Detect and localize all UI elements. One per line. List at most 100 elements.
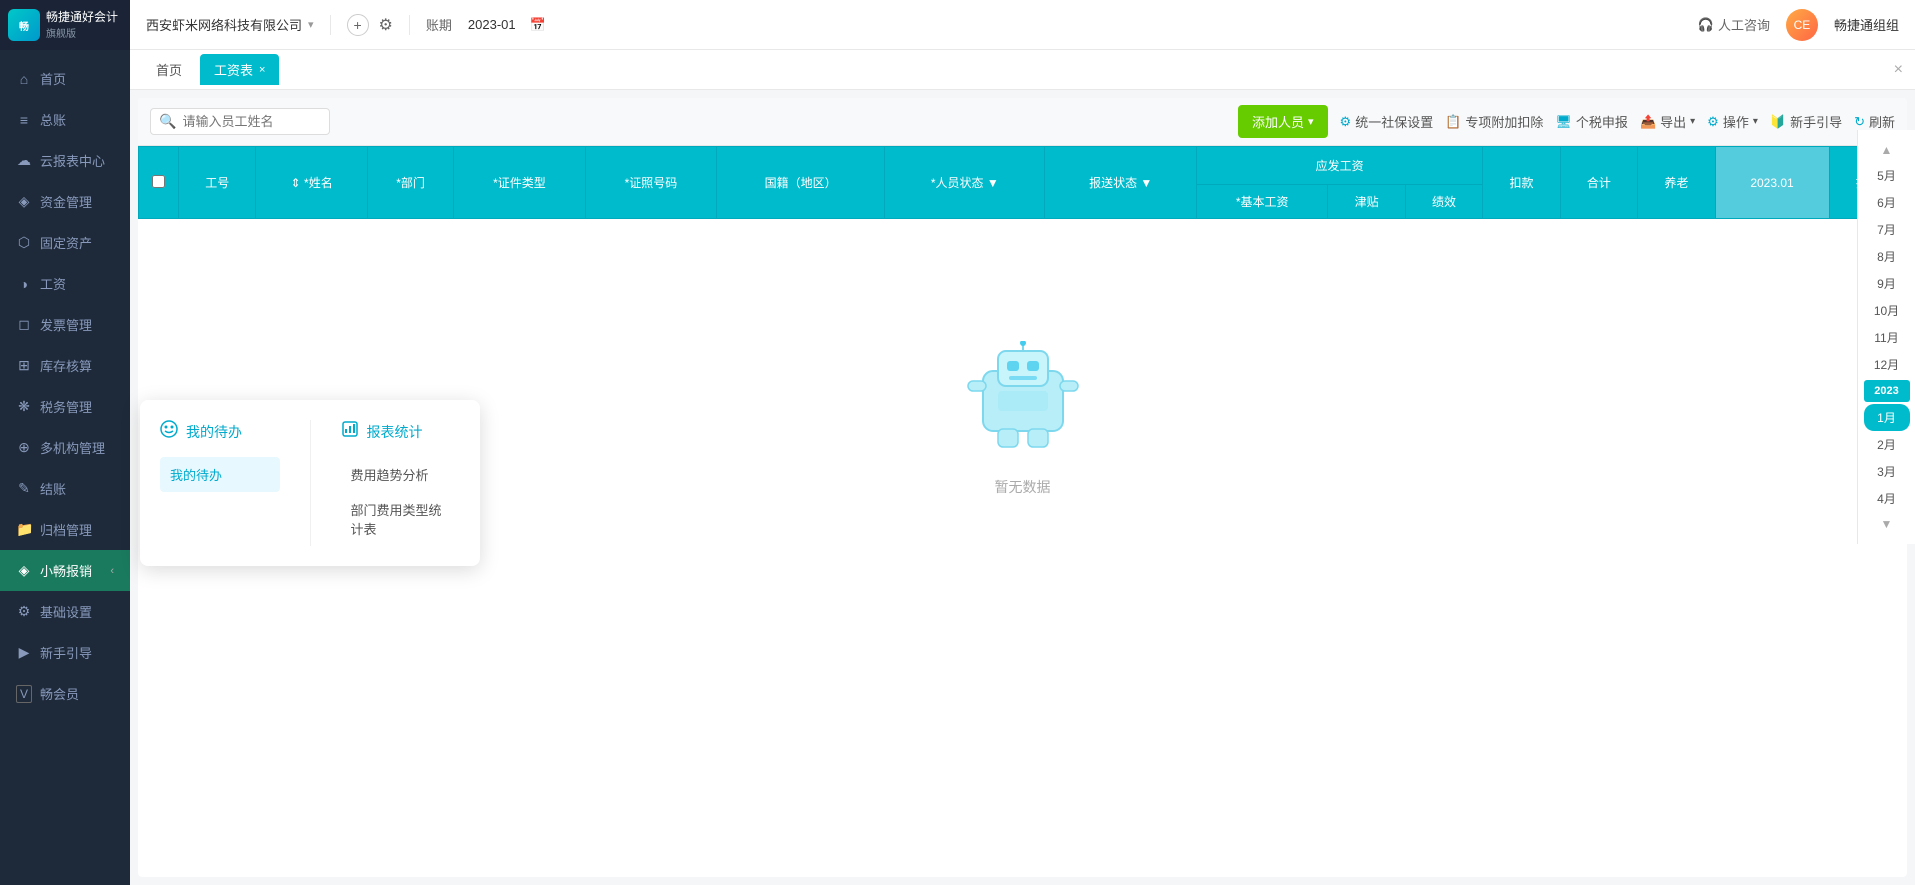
col-basic-wage: *基本工资 [1196,185,1328,219]
export-arrow-icon: ▾ [1690,116,1695,127]
popup-divider [310,420,311,546]
popup-col-pending: 我的待办 我的待办 [160,420,280,546]
cal-month-2022-8[interactable]: 8月 [1864,243,1910,270]
cal-month-2022-7[interactable]: 7月 [1864,216,1910,243]
username[interactable]: 畅捷通组组 [1834,15,1899,34]
sidebar-item-inventory[interactable]: ⊞ 库存核算 [0,345,130,386]
ledger-icon: ≡ [16,112,32,128]
service-label: 人工咨询 [1718,15,1770,34]
cal-month-2022-6[interactable]: 6月 [1864,189,1910,216]
col-id-num: *证照号码 [585,147,717,219]
tax-icon: ❋ [16,398,32,415]
cal-month-2022-5[interactable]: 5月 [1864,162,1910,189]
export-action[interactable]: 📤 导出 ▾ [1640,112,1695,131]
operate-arrow-icon: ▾ [1753,116,1758,127]
tab-home[interactable]: 首页 [142,54,196,85]
sidebar-item-member[interactable]: V 畅会员 [0,673,130,714]
tax-report-action[interactable]: 🖥 个税申报 [1555,112,1628,131]
sidebar-item-invoice[interactable]: ◻ 发票管理 [0,304,130,345]
sidebar-item-assets[interactable]: ⬡ 固定资产 [0,222,130,263]
col-allowance: 津贴 [1328,185,1405,219]
settings-icon[interactable]: ⚙ [379,15,393,35]
invoice-icon: ◻ [16,316,32,333]
cal-month-2022-12[interactable]: 12月 [1864,351,1910,378]
col-period: 2023.01 [1715,147,1829,219]
filter2-icon[interactable]: ▼ [1140,176,1152,190]
logo-text: 畅捷通好会计 [46,10,118,26]
sidebar-item-guide[interactable]: ▶ 新手引导 [0,632,130,673]
popup-col2-title: 报表统计 [341,420,461,443]
popup-item-cost-trend[interactable]: 费用趋势分析 [341,457,461,492]
cal-year-2023: 2023 [1864,380,1910,402]
sidebar-item-reports[interactable]: ☁ 云报表中心 [0,140,130,181]
empty-robot-illustration [963,341,1083,461]
popup-item-dept-cost[interactable]: 部门费用类型统计表 [341,492,461,546]
sidebar-item-salary[interactable]: ◑ 工资 [0,263,130,304]
period-value: 2023-01 [468,17,516,32]
period-label: 账期 [426,15,452,34]
logo: 畅 畅捷通好会计 旗舰版 [0,0,130,50]
chevron-down-icon: ▾ [308,18,314,31]
select-all-header[interactable] [139,147,179,219]
col-performance: 绩效 [1405,185,1482,219]
refresh-action[interactable]: ↻ 刷新 [1854,112,1895,131]
cal-month-2022-11[interactable]: 11月 [1864,324,1910,351]
sidebar-menu: ⌂ 首页 ≡ 总账 ☁ 云报表中心 ◈ 资金管理 ⬡ 固定资产 ◑ 工资 ◻ 发… [0,50,130,885]
search-input[interactable] [182,114,312,129]
search-box: 🔍 [150,108,330,135]
sidebar-item-tax[interactable]: ❋ 税务管理 [0,386,130,427]
tab-salary-table[interactable]: 工资表 × [200,54,279,85]
home-icon: ⌂ [16,71,32,87]
reports-title-icon [341,420,359,443]
sidebar-item-funds[interactable]: ◈ 资金管理 [0,181,130,222]
calendar-up-button[interactable]: ▲ [1875,138,1899,162]
sidebar-item-settle[interactable]: ✎ 结账 [0,468,130,509]
select-all-checkbox[interactable] [152,175,165,188]
popup-col1-title: 我的待办 [160,420,280,443]
sidebar-item-ledger[interactable]: ≡ 总账 [0,99,130,140]
cal-month-2022-10[interactable]: 10月 [1864,297,1910,324]
special-deduct-action[interactable]: 📋 专项附加扣除 [1445,112,1543,131]
special-deduct-icon: 📋 [1445,114,1461,130]
funds-icon: ◈ [16,193,32,210]
col-dept: *部门 [367,147,453,219]
calendar-icon[interactable]: 📅 [530,17,546,33]
calendar-down-button[interactable]: ▼ [1875,512,1899,536]
col-status: *人员状态 ▼ [885,147,1045,219]
inventory-icon: ⊞ [16,357,32,374]
member-icon: V [16,685,32,703]
toolbar: 🔍 添加人员 ▾ ⚙ 统一社保设置 📋 专项附加扣除 🖥 个税 [138,98,1907,146]
cal-month-2022-9[interactable]: 9月 [1864,270,1910,297]
operate-icon: ⚙ [1707,114,1719,130]
sidebar-item-home[interactable]: ⌂ 首页 [0,58,130,99]
cal-month-2023-2[interactable]: 2月 [1864,431,1910,458]
add-person-button[interactable]: 添加人员 ▾ [1238,105,1328,138]
guide-action[interactable]: 🔰 新手引导 [1770,112,1842,131]
filter-icon[interactable]: ▼ [987,176,999,190]
col-deduction: 扣款 [1483,147,1560,219]
sidebar-item-archive[interactable]: 📁 归档管理 [0,509,130,550]
cal-month-2023-1[interactable]: 1月 [1864,404,1910,431]
refresh-icon: ↻ [1854,114,1865,130]
sidebar-item-expense[interactable]: ◈ 小畅报销 ‹ [0,550,130,591]
service-button[interactable]: 🎧 人工咨询 [1698,15,1770,34]
company-selector[interactable]: 西安虾米网络科技有限公司 ▾ [146,15,314,34]
popup-item-pending[interactable]: 我的待办 [160,457,280,492]
cal-month-2023-3[interactable]: 3月 [1864,458,1910,485]
sidebar-item-basic[interactable]: ⚙ 基础设置 [0,591,130,632]
add-person-arrow-icon: ▾ [1308,115,1314,128]
col-country: 国籍（地区） [717,147,885,219]
headset-icon: 🎧 [1698,17,1714,33]
tax-report-icon: 🖥 [1555,114,1572,130]
tab-close-icon[interactable]: × [259,64,265,76]
sidebar-item-multi[interactable]: ⊕ 多机构管理 [0,427,130,468]
add-tab-button[interactable]: + [347,14,369,36]
operate-action[interactable]: ⚙ 操作 ▾ [1707,112,1758,131]
popup-menu: 我的待办 我的待办 报表统计 费用趋势分析 [140,400,480,566]
cal-month-2023-4[interactable]: 4月 [1864,485,1910,512]
col-payable-wages: 应发工资 [1196,147,1482,185]
social-security-action[interactable]: ⚙ 统一社保设置 [1340,112,1434,131]
tabs-close-all-icon[interactable]: × [1894,61,1903,79]
popup-section: 我的待办 我的待办 报表统计 费用趋势分析 [160,420,460,546]
guide-toolbar-icon: 🔰 [1770,114,1786,130]
